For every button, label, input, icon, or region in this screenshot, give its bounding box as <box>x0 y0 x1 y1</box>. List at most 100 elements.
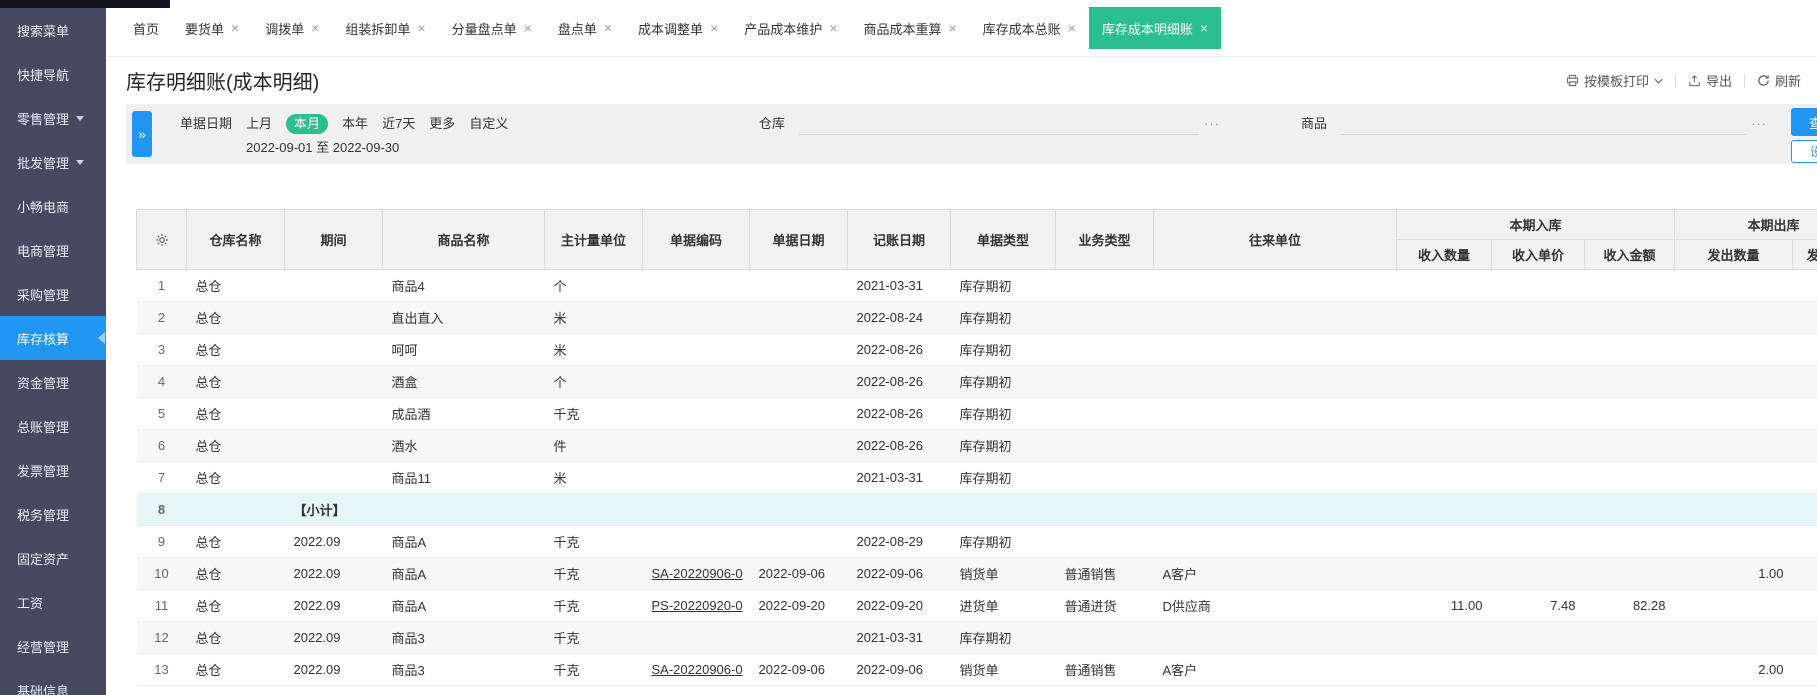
date-option[interactable]: 上月 <box>246 114 272 134</box>
cell-biz_type <box>1055 301 1154 334</box>
table-row[interactable]: 4 总仓 酒盒个 2022-08-26 库存期初 <box>136 365 1817 398</box>
date-option[interactable]: 自定义 <box>469 114 508 134</box>
settings-button[interactable]: 设置 <box>1791 140 1817 163</box>
tab-item[interactable]: 盘点单 × <box>545 7 625 49</box>
cell-doc_type: 库存期初 <box>950 461 1056 494</box>
table-row[interactable]: 11 总仓 2022.09 商品A 千克 PS-20220920-0 2022-09-20 2… <box>136 589 1817 622</box>
search-button[interactable]: 查询 <box>1791 108 1817 136</box>
table-row[interactable]: 5 总仓 成品酒 千克 2022-08-26 库存期初 <box>136 397 1817 430</box>
cell-row-number: 10 <box>136 557 187 590</box>
tab-item[interactable]: 分量盘点单 × <box>439 7 545 49</box>
product-input[interactable] <box>1341 114 1747 132</box>
cell-biz_type <box>1055 365 1154 398</box>
close-icon[interactable]: × <box>524 21 532 35</box>
date-option-selected[interactable]: 本月 <box>286 114 329 134</box>
cell-doc_type: 库存期初 <box>950 269 1056 302</box>
table-row-subtotal[interactable]: 8 【小计】 <box>136 493 1817 526</box>
cell-unit: 米 <box>544 461 643 494</box>
warehouse-more-button[interactable]: ··· <box>1204 114 1220 134</box>
cell-book_date: 2021-03-31 <box>847 621 951 654</box>
close-icon[interactable]: × <box>231 21 239 35</box>
cell-out_qty <box>1674 525 1793 558</box>
sidebar-item[interactable]: 资金管理 <box>0 360 106 404</box>
cell-biz_type: 普通销售 <box>1055 653 1154 686</box>
column-settings-button[interactable] <box>136 209 187 270</box>
collapse-filter-button[interactable]: » <box>132 111 152 157</box>
tab-item[interactable]: 调拨单 × <box>252 7 332 49</box>
close-icon[interactable]: × <box>311 21 319 35</box>
ledger-table: 仓库名称 期间 商品名称 主计量单位 单据编码 单据日期 记账日期 单据类型 业务类型 往来单位本… <box>136 209 1817 695</box>
sidebar-item[interactable]: 工资 <box>0 580 106 624</box>
close-icon[interactable]: × <box>948 21 956 35</box>
sidebar-item[interactable]: 采购管理 <box>0 272 106 316</box>
close-icon[interactable]: × <box>417 21 425 35</box>
date-option[interactable]: 近7天 <box>382 114 415 134</box>
table-row[interactable]: 2 总仓 直出直入米 2022-08-24 库存期初 <box>136 301 1817 334</box>
sidebar-item[interactable]: 固定资产 <box>0 536 106 580</box>
cell-warehouse: 总仓 <box>186 525 285 558</box>
export-label: 导出 <box>1705 74 1732 89</box>
table-row[interactable]: 10 总仓 2022.09 商品A 千克 SA-20220906-0 2022-09-06 2… <box>136 557 1817 590</box>
cell-warehouse: 总仓 <box>186 269 285 302</box>
table-row[interactable]: 6 总仓 酒水件 2022-08-26 库存期初 <box>136 429 1817 462</box>
tab-active[interactable]: 库存成本明细账 × <box>1088 7 1222 49</box>
sidebar-item[interactable]: 库存核算 <box>0 316 106 360</box>
tab-item[interactable]: 商品成本重算 × <box>850 7 969 49</box>
sidebar-item[interactable]: 经营管理 <box>0 624 106 668</box>
cell-doc_date <box>749 493 848 526</box>
sidebar-item[interactable]: 批发管理 <box>0 140 106 184</box>
sidebar-item[interactable]: 快捷导航 <box>0 52 106 96</box>
sidebar-item[interactable]: 小畅电商 <box>0 184 106 228</box>
close-icon[interactable]: × <box>1068 21 1076 35</box>
doc-number-link[interactable]: SA-20220906-0 <box>652 566 743 581</box>
close-icon[interactable]: × <box>1200 21 1208 35</box>
sidebar-item[interactable]: 发票管理 <box>0 448 106 492</box>
doc-number-link[interactable]: SA-20220906-0 <box>652 662 743 677</box>
date-option[interactable]: 本年 <box>342 114 368 134</box>
close-icon[interactable]: × <box>829 21 837 35</box>
cell-period <box>284 269 383 302</box>
cell-row-number: 5 <box>136 397 187 430</box>
cell-biz_type <box>1055 461 1154 494</box>
sidebar-item[interactable]: 电商管理 <box>0 228 106 272</box>
product-more-button[interactable]: ··· <box>1751 114 1767 134</box>
sidebar-item[interactable]: 搜索菜单 <box>0 8 106 52</box>
sidebar-item[interactable]: 总账管理 <box>0 404 106 448</box>
warehouse-input[interactable] <box>799 114 1200 132</box>
tab-item[interactable]: 产品成本维护 × <box>731 7 850 49</box>
sidebar-item[interactable]: 基础信息 <box>0 668 106 695</box>
close-icon[interactable]: × <box>604 21 612 35</box>
sidebar-item-label: 快捷导航 <box>17 67 70 83</box>
sidebar-menu: 搜索菜单快捷导航零售管理 批发管理 小畅电商 电商管理采购管理库存核算 资金管理 总账管理… <box>0 8 106 695</box>
tab-item[interactable]: 首页 <box>120 7 172 49</box>
cell-product: 商品A <box>382 589 545 622</box>
cell-doc_type: 进货单 <box>950 589 1056 622</box>
tab-item[interactable]: 成本调整单 × <box>625 7 731 49</box>
print-by-template-button[interactable]: 按模板打印 <box>1566 71 1663 90</box>
table-row[interactable]: 9 总仓 2022.09 商品A 千克 2022-08-29 库存期初 <box>136 525 1817 558</box>
export-button[interactable]: 导出 <box>1688 71 1732 90</box>
sidebar-item[interactable]: 零售管理 <box>0 96 106 140</box>
cell-out_qty <box>1674 397 1793 430</box>
cell-in_qty <box>1396 333 1492 366</box>
close-icon[interactable]: × <box>710 21 718 35</box>
table-row[interactable]: 3 总仓 呵呵米 2022-08-26 库存期初 <box>136 333 1817 366</box>
table-row[interactable]: 12 总仓 2022.09 商品3 千克 2021-03-31 库存期初 <box>136 621 1817 654</box>
table-row[interactable]: 13 总仓 2022.09 商品3 千克 SA-20220906-0 2022-09-06 2… <box>136 653 1817 686</box>
date-option[interactable]: 更多 <box>429 114 455 134</box>
refresh-button[interactable]: 刷新 <box>1757 71 1801 90</box>
cell-doc_date <box>749 621 848 654</box>
table-row[interactable]: 1 总仓 商品4 个 2021-03-31 库存期初 <box>136 269 1817 302</box>
sidebar-item-label: 采购管理 <box>17 287 70 303</box>
cell-row-number: 12 <box>136 621 187 654</box>
cell-in_price <box>1491 557 1585 590</box>
cell-row-number: 8 <box>136 493 187 526</box>
cell-in_price: 7.48 <box>1491 589 1585 622</box>
tab-item[interactable]: 组装拆卸单 × <box>332 7 438 49</box>
tab-item[interactable]: 库存成本总账 × <box>970 7 1089 49</box>
doc-number-link[interactable]: PS-20220920-0 <box>652 598 743 613</box>
cell-doc_no: PS-20220920-0 <box>642 589 750 622</box>
table-row[interactable]: 7 总仓 商品11 米 2021-03-31 库存期初 <box>136 461 1817 494</box>
sidebar-item[interactable]: 税务管理 <box>0 492 106 536</box>
tab-item[interactable]: 要货单 × <box>172 7 252 49</box>
